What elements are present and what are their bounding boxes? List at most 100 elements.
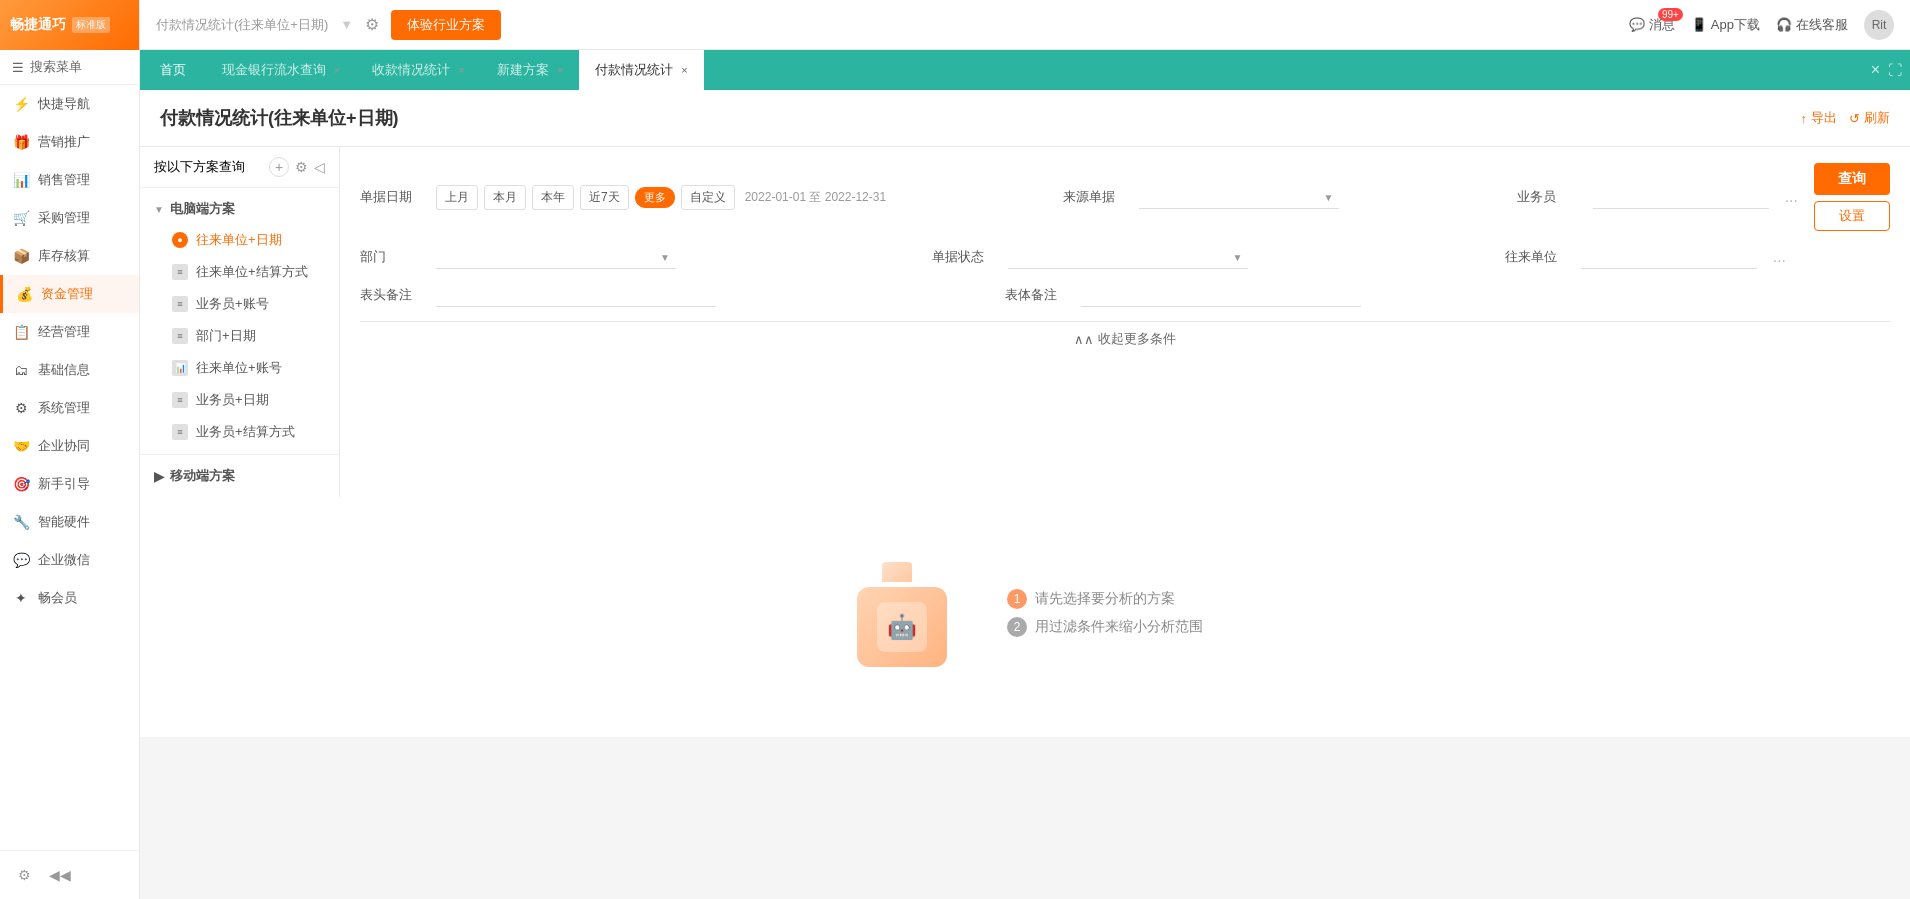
sidebar-settings-btn[interactable]: ⚙	[10, 861, 38, 889]
date-btn-custom[interactable]: 自定义	[681, 185, 735, 210]
date-btn-last-month[interactable]: 上月	[436, 185, 478, 210]
scheme-panel-actions: + ⚙ ◁	[269, 157, 325, 177]
scheme-item-staff-date[interactable]: ≡ 业务员+日期	[140, 384, 339, 416]
salesperson-input[interactable]	[1593, 185, 1769, 209]
scheme-item-partner-date[interactable]: ● 往来单位+日期	[140, 224, 339, 256]
date-btn-this-year[interactable]: 本年	[532, 185, 574, 210]
sidebar-item-system[interactable]: ⚙ 系统管理	[0, 389, 139, 427]
tab-bank[interactable]: 现金银行流水查询 ×	[206, 50, 356, 90]
topbar-gear[interactable]: ⚙	[365, 15, 379, 34]
partner-input[interactable]	[1581, 245, 1757, 269]
scheme-item-partner-payment[interactable]: ≡ 往来单位+结算方式	[140, 256, 339, 288]
export-icon: ↑	[1801, 111, 1808, 126]
tab-new-scheme[interactable]: 新建方案 ×	[481, 50, 579, 90]
tab-payment[interactable]: 付款情况统计 ×	[579, 50, 703, 90]
sidebar-collapse-btn[interactable]: ◀◀	[46, 861, 74, 889]
hint2-num: 2	[1007, 617, 1027, 637]
scheme-item-staff-account[interactable]: ≡ 业务员+账号	[140, 288, 339, 320]
date-btn-7days[interactable]: 近7天	[580, 185, 629, 210]
hardware-icon: 🔧	[12, 513, 30, 531]
online-service-btn[interactable]: 🎧 在线客服	[1776, 16, 1848, 34]
source-select[interactable]	[1139, 185, 1339, 209]
guide-icon: 🎯	[12, 475, 30, 493]
scheme-panel: 按以下方案查询 + ⚙ ◁ ▼ 电脑端方案 ●	[140, 147, 340, 497]
topbar: 付款情况统计(往来单位+日期) ▼ ⚙ 体验行业方案 💬 消息 99+ 📱 Ap…	[140, 0, 1910, 50]
dept-label: 部门	[360, 248, 420, 266]
sidebar-item-guide[interactable]: 🎯 新手引导	[0, 465, 139, 503]
body-note-label: 表体备注	[1005, 286, 1065, 304]
hint1-text: 请先选择要分析的方案	[1035, 590, 1175, 608]
tab-home[interactable]: 首页	[140, 50, 206, 90]
sidebar-item-cooperation[interactable]: 🤝 企业协同	[0, 427, 139, 465]
sidebar-item-operations[interactable]: 📋 经营管理	[0, 313, 139, 351]
user-avatar[interactable]: Rit	[1864, 10, 1894, 40]
tab-receipt-close[interactable]: ×	[458, 64, 464, 76]
app-badge: 标准版	[72, 17, 110, 33]
refresh-btn[interactable]: ↺ 刷新	[1849, 109, 1890, 127]
scheme-item-staff-payment[interactable]: ≡ 业务员+结算方式	[140, 416, 339, 448]
tab-bank-close[interactable]: ×	[334, 64, 340, 76]
bill-status-select[interactable]	[1008, 245, 1248, 269]
app-download-btn[interactable]: 📱 App下载	[1691, 16, 1760, 34]
tab-receipt[interactable]: 收款情况统计 ×	[356, 50, 480, 90]
scheme-mobile-header[interactable]: ▶ 移动端方案	[140, 461, 339, 491]
tab-expand-btn[interactable]: ⛶	[1888, 62, 1902, 78]
filter-action-group: 查询 设置	[1814, 163, 1890, 231]
scheme-item-icon-rect: ≡	[172, 264, 188, 280]
sidebar-item-purchase[interactable]: 🛒 采购管理	[0, 199, 139, 237]
date-btn-this-month[interactable]: 本月	[484, 185, 526, 210]
scheme-add-btn[interactable]: +	[269, 157, 289, 177]
header-note-input[interactable]	[436, 283, 716, 307]
collapse-icon: ∧∧	[1074, 332, 1094, 347]
quick-nav-icon: ⚡	[12, 95, 30, 113]
sidebar-item-wechat[interactable]: 💬 企业微信	[0, 541, 139, 579]
scheme-item-partner-account[interactable]: 📊 往来单位+账号	[140, 352, 339, 384]
cooperation-icon: 🤝	[12, 437, 30, 455]
scheme-item-icon-rect3: ≡	[172, 328, 188, 344]
collapse-btn[interactable]: ∧∧ 收起更多条件	[1074, 330, 1176, 348]
sidebar-item-hardware[interactable]: 🔧 智能硬件	[0, 503, 139, 541]
sidebar-item-search[interactable]: ☰ 搜索菜单	[0, 50, 139, 85]
sidebar-item-quick-nav[interactable]: ⚡ 快捷导航	[0, 85, 139, 123]
nav-tabs: 首页 现金银行流水查询 × 收款情况统计 × 新建方案 × 付款情况统计 × ×…	[140, 50, 1910, 90]
date-buttons: 上月 本月 本年 近7天 更多 自定义 2022-01-01 至 2022-12…	[436, 185, 886, 210]
member-icon: ✦	[12, 589, 30, 607]
partner-label: 往来单位	[1505, 248, 1565, 266]
tab-close-all-btn[interactable]: ×	[1871, 61, 1880, 79]
sidebar-item-marketing[interactable]: 🎁 营销推广	[0, 123, 139, 161]
dept-select[interactable]	[436, 245, 676, 269]
salesperson-dots[interactable]: ...	[1785, 188, 1798, 206]
sidebar-item-sales[interactable]: 📊 销售管理	[0, 161, 139, 199]
sidebar-header: 畅捷通巧 标准版	[0, 0, 139, 50]
sales-icon: 📊	[12, 171, 30, 189]
query-btn[interactable]: 查询	[1814, 163, 1890, 195]
filter-settings-btn[interactable]: 设置	[1814, 201, 1890, 231]
export-btn[interactable]: ↑ 导出	[1801, 109, 1838, 127]
header-note-label: 表头备注	[360, 286, 420, 304]
marketing-icon: 🎁	[12, 133, 30, 151]
body-note-input[interactable]	[1081, 283, 1361, 307]
messages-btn[interactable]: 💬 消息 99+	[1629, 16, 1675, 34]
date-btn-more[interactable]: 更多	[635, 187, 675, 208]
sidebar-item-basic[interactable]: 🗂 基础信息	[0, 351, 139, 389]
main-area: 付款情况统计(往来单位+日期) ▼ ⚙ 体验行业方案 💬 消息 99+ 📱 Ap…	[140, 0, 1910, 899]
sidebar-item-member[interactable]: ✦ 畅会员	[0, 579, 139, 617]
sidebar-search-label: 搜索菜单	[30, 58, 82, 76]
trial-btn[interactable]: 体验行业方案	[391, 10, 501, 40]
scheme-settings-btn[interactable]: ⚙	[295, 159, 308, 175]
topbar-title: 付款情况统计(往来单位+日期)	[156, 16, 328, 34]
empty-hints: 1 请先选择要分析的方案 2 用过滤条件来缩小分析范围	[1007, 589, 1203, 645]
content-area: 付款情况统计(往来单位+日期) ↑ 导出 ↺ 刷新 按以下方案查询 +	[140, 90, 1910, 899]
empty-illustration: 🤖	[847, 557, 967, 677]
tab-payment-close[interactable]: ×	[681, 64, 687, 76]
bill-status-label: 单据状态	[932, 248, 992, 266]
scheme-item-dept-date[interactable]: ≡ 部门+日期	[140, 320, 339, 352]
tab-new-scheme-close[interactable]: ×	[557, 64, 563, 76]
collapse-bar: ∧∧ 收起更多条件	[360, 321, 1890, 356]
app-logo: 畅捷通巧	[10, 16, 66, 34]
sidebar-item-inventory[interactable]: 📦 库存核算	[0, 237, 139, 275]
sidebar-item-finance[interactable]: 💰 资金管理	[0, 275, 139, 313]
scheme-collapse-btn[interactable]: ◁	[314, 159, 325, 175]
partner-dots[interactable]: ...	[1773, 248, 1786, 266]
scheme-desktop-header[interactable]: ▼ 电脑端方案	[140, 194, 339, 224]
